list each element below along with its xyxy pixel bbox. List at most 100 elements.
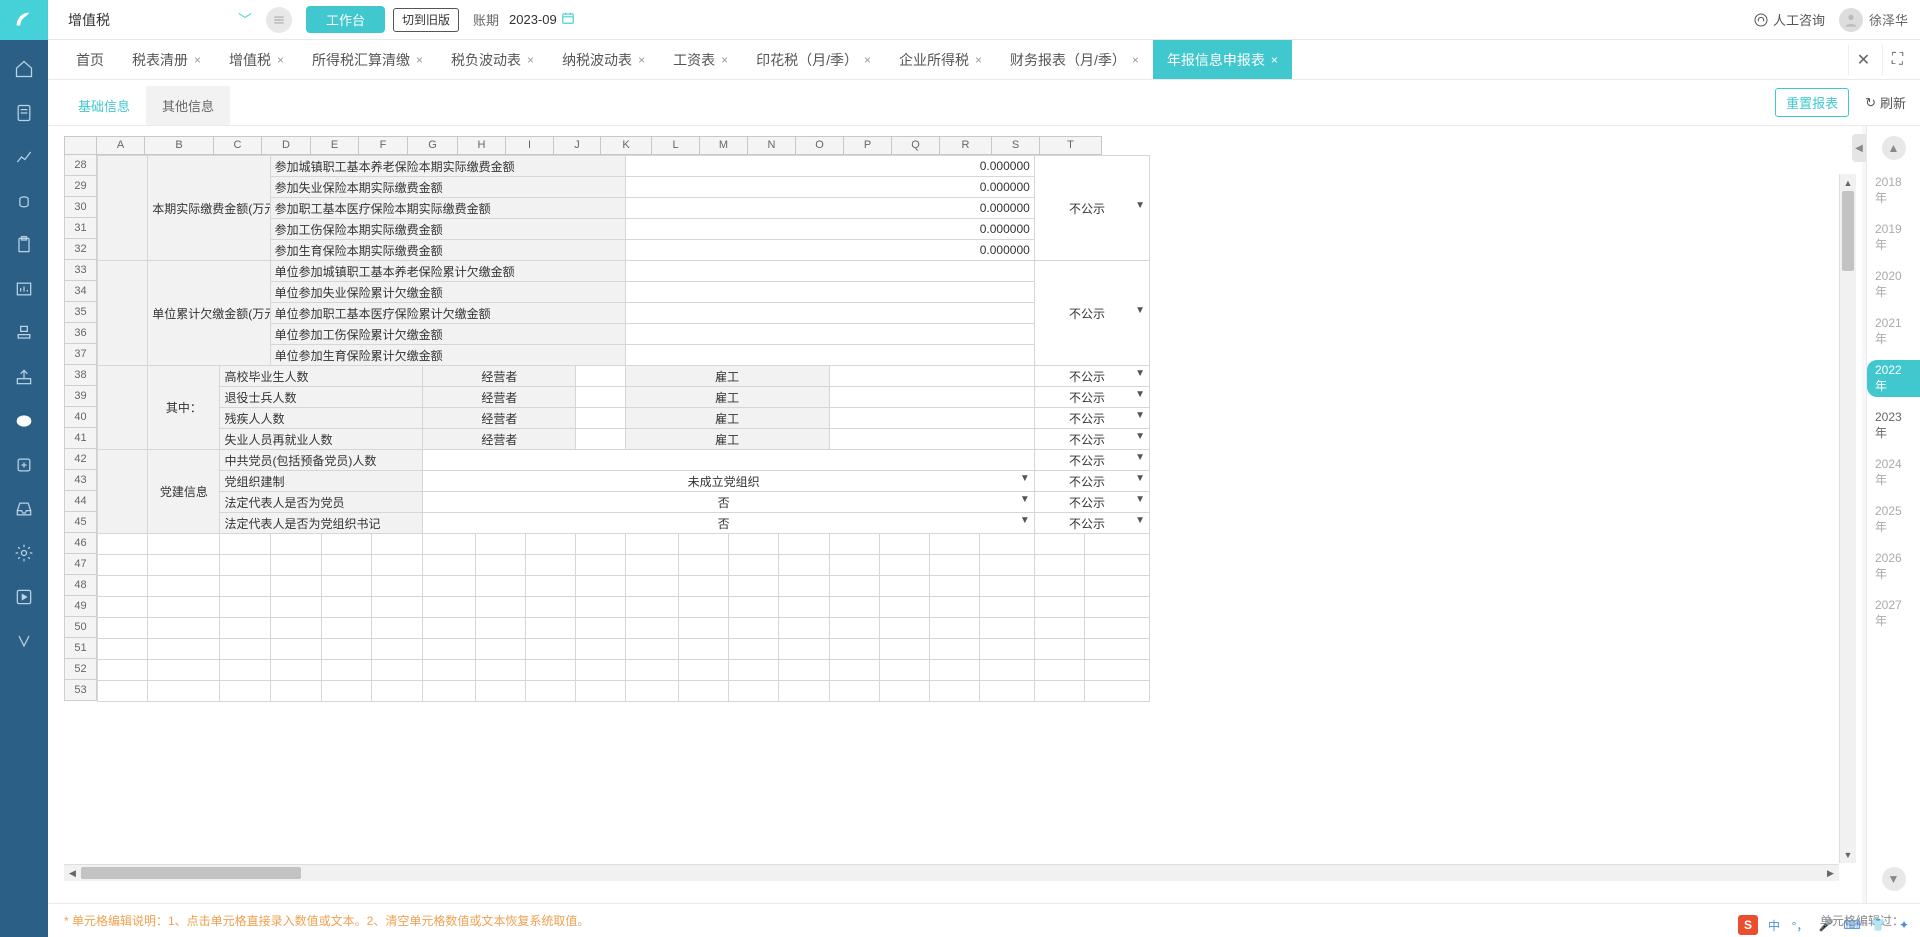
tab-close-icon[interactable]: × bbox=[864, 53, 871, 67]
row-header-38[interactable]: 38 bbox=[64, 365, 97, 386]
subtab-other[interactable]: 其他信息 bbox=[146, 86, 230, 125]
rail-collapse-button[interactable]: ◀ bbox=[1852, 134, 1866, 162]
row-header-48[interactable]: 48 bbox=[64, 575, 97, 596]
row-header-31[interactable]: 31 bbox=[64, 218, 97, 239]
archive-icon[interactable] bbox=[13, 454, 35, 476]
list-toggle-icon[interactable] bbox=[266, 7, 292, 33]
gear-icon[interactable] bbox=[13, 542, 35, 564]
col-header-P[interactable]: P bbox=[844, 136, 892, 155]
col-header-O[interactable]: O bbox=[796, 136, 844, 155]
cells-area[interactable]: 本期实际缴费金额(万元)参加城镇职工基本养老保险本期实际缴费金额0.000000… bbox=[97, 155, 1856, 863]
sogou-icon[interactable]: S bbox=[1738, 915, 1758, 935]
col-header-D[interactable]: D bbox=[262, 136, 311, 155]
year-2022年[interactable]: 2022年 bbox=[1867, 360, 1920, 397]
tab-1[interactable]: 税表清册× bbox=[118, 40, 215, 79]
row-header-40[interactable]: 40 bbox=[64, 407, 97, 428]
tab-close-icon[interactable]: × bbox=[277, 53, 284, 67]
col-header-I[interactable]: I bbox=[506, 136, 554, 155]
col-header-F[interactable]: F bbox=[359, 136, 408, 155]
stamp-icon[interactable] bbox=[13, 322, 35, 344]
ime-mic-icon[interactable]: 🎤 bbox=[1816, 915, 1836, 935]
clipboard-icon[interactable] bbox=[13, 234, 35, 256]
calendar-icon[interactable] bbox=[561, 11, 575, 28]
reset-button[interactable]: 重置报表 bbox=[1775, 88, 1849, 117]
scroll-up-icon[interactable]: ▲ bbox=[1840, 174, 1856, 191]
close-all-icon[interactable]: ✕ bbox=[1848, 45, 1878, 75]
ime-skin-icon[interactable]: 👕 bbox=[1868, 915, 1888, 935]
year-2018年[interactable]: 2018年 bbox=[1867, 172, 1920, 209]
tab-close-icon[interactable]: × bbox=[721, 53, 728, 67]
row-header-39[interactable]: 39 bbox=[64, 386, 97, 407]
col-header-K[interactable]: K bbox=[601, 136, 652, 155]
year-down-icon[interactable]: ▼ bbox=[1882, 867, 1906, 891]
row-header-47[interactable]: 47 bbox=[64, 554, 97, 575]
play-icon[interactable] bbox=[13, 586, 35, 608]
scroll-right-icon[interactable]: ▶ bbox=[1822, 865, 1839, 882]
row-header-28[interactable]: 28 bbox=[64, 155, 97, 176]
row-header-49[interactable]: 49 bbox=[64, 596, 97, 617]
tab-close-icon[interactable]: × bbox=[1132, 53, 1139, 67]
money-icon[interactable] bbox=[13, 190, 35, 212]
tab-close-icon[interactable]: × bbox=[1271, 53, 1278, 67]
row-header-43[interactable]: 43 bbox=[64, 470, 97, 491]
inbox-icon[interactable] bbox=[13, 498, 35, 520]
col-header-S[interactable]: S bbox=[992, 136, 1040, 155]
tab-6[interactable]: 工资表× bbox=[659, 40, 742, 79]
ime-lang-icon[interactable]: 中 bbox=[1764, 915, 1784, 935]
tab-close-icon[interactable]: × bbox=[638, 53, 645, 67]
row-header-53[interactable]: 53 bbox=[64, 680, 97, 701]
year-2019年[interactable]: 2019年 bbox=[1867, 219, 1920, 256]
refresh-button[interactable]: ↻ 刷新 bbox=[1865, 93, 1906, 112]
scroll-left-icon[interactable]: ◀ bbox=[64, 865, 81, 882]
year-2023年[interactable]: 2023年 bbox=[1867, 407, 1920, 444]
row-header-32[interactable]: 32 bbox=[64, 239, 97, 260]
ime-keyboard-icon[interactable]: ⌨ bbox=[1842, 915, 1862, 935]
row-header-36[interactable]: 36 bbox=[64, 323, 97, 344]
tax-icon[interactable] bbox=[13, 410, 35, 432]
row-header-51[interactable]: 51 bbox=[64, 638, 97, 659]
tab-close-icon[interactable]: × bbox=[416, 53, 423, 67]
workbench-button[interactable]: 工作台 bbox=[306, 6, 385, 33]
year-2025年[interactable]: 2025年 bbox=[1867, 501, 1920, 538]
row-header-30[interactable]: 30 bbox=[64, 197, 97, 218]
horizontal-scrollbar[interactable]: ◀ ▶ bbox=[64, 864, 1839, 881]
tab-close-icon[interactable]: × bbox=[527, 53, 534, 67]
app-logo[interactable] bbox=[0, 0, 48, 40]
year-2027年[interactable]: 2027年 bbox=[1867, 595, 1920, 632]
col-header-G[interactable]: G bbox=[408, 136, 458, 155]
v-scroll-thumb[interactable] bbox=[1842, 191, 1854, 271]
tab-3[interactable]: 所得税汇算清缴× bbox=[298, 40, 437, 79]
row-header-34[interactable]: 34 bbox=[64, 281, 97, 302]
vertical-scrollbar[interactable]: ▲ ▼ bbox=[1839, 174, 1856, 863]
tab-close-icon[interactable]: × bbox=[975, 53, 982, 67]
col-header-E[interactable]: E bbox=[311, 136, 359, 155]
row-header-35[interactable]: 35 bbox=[64, 302, 97, 323]
col-header-R[interactable]: R bbox=[940, 136, 992, 155]
year-2024年[interactable]: 2024年 bbox=[1867, 454, 1920, 491]
col-header-B[interactable]: B bbox=[145, 136, 214, 155]
row-header-50[interactable]: 50 bbox=[64, 617, 97, 638]
tab-10[interactable]: 年报信息申报表× bbox=[1153, 40, 1292, 79]
h-scroll-thumb[interactable] bbox=[81, 867, 301, 879]
period-value[interactable]: 2023-09 bbox=[509, 12, 557, 27]
upload-icon[interactable] bbox=[13, 366, 35, 388]
row-header-52[interactable]: 52 bbox=[64, 659, 97, 680]
ime-toolbox-icon[interactable]: ✦ bbox=[1894, 915, 1914, 935]
doc-icon[interactable] bbox=[13, 102, 35, 124]
row-header-44[interactable]: 44 bbox=[64, 491, 97, 512]
year-up-icon[interactable]: ▲ bbox=[1882, 136, 1906, 160]
subtab-basic[interactable]: 基础信息 bbox=[62, 86, 146, 125]
col-header-M[interactable]: M bbox=[700, 136, 748, 155]
year-2026年[interactable]: 2026年 bbox=[1867, 548, 1920, 585]
row-header-29[interactable]: 29 bbox=[64, 176, 97, 197]
tab-9[interactable]: 财务报表（月/季）× bbox=[996, 40, 1153, 79]
row-header-33[interactable]: 33 bbox=[64, 260, 97, 281]
tab-0[interactable]: 首页 bbox=[62, 40, 118, 79]
tab-5[interactable]: 纳税波动表× bbox=[548, 40, 659, 79]
home-icon[interactable] bbox=[13, 58, 35, 80]
ime-punct-icon[interactable]: °， bbox=[1790, 915, 1810, 935]
row-header-45[interactable]: 45 bbox=[64, 512, 97, 533]
expand-icon[interactable]: ⛶ bbox=[1882, 45, 1912, 75]
tab-2[interactable]: 增值税× bbox=[215, 40, 298, 79]
col-header-N[interactable]: N bbox=[748, 136, 796, 155]
